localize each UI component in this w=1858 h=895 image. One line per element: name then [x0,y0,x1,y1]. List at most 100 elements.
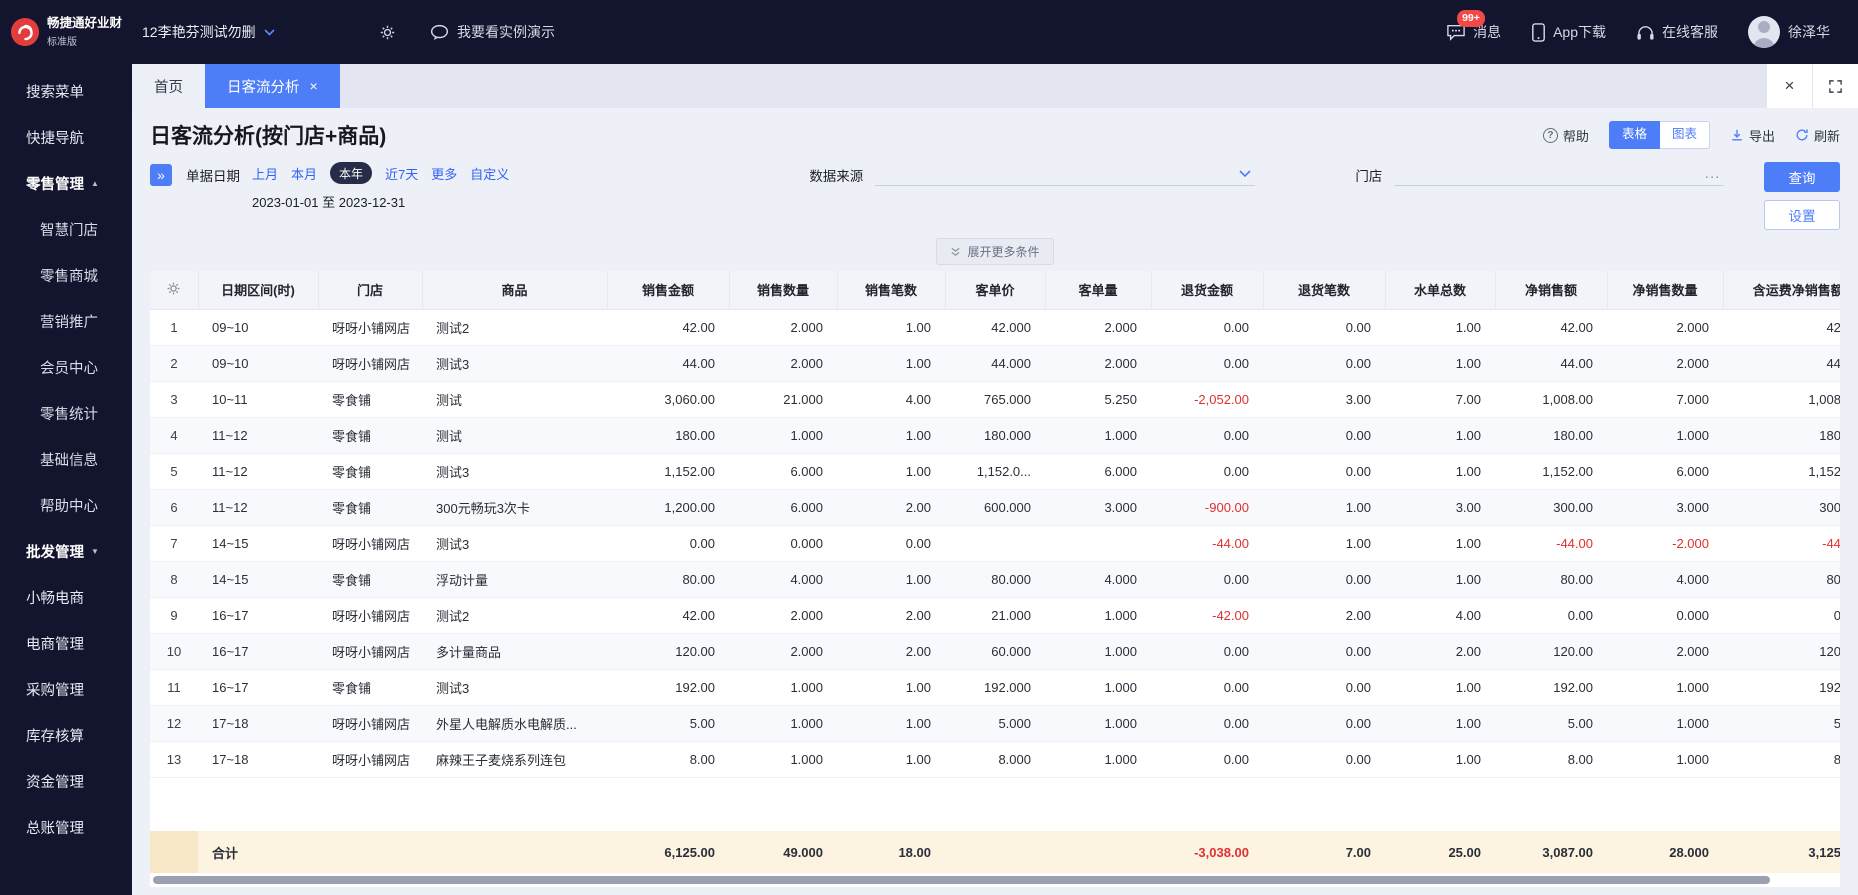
sidebar-item[interactable]: 快捷导航 [0,114,132,160]
sidebar-item-label: 营销推广 [40,314,98,331]
close-page-icon[interactable]: × [1766,64,1812,108]
column-header[interactable]: 客单价 [945,271,1046,310]
sidebar-item[interactable]: 零售商城 [0,252,132,298]
export-button[interactable]: 导出 [1730,126,1775,145]
sidebar-item[interactable]: 零售管理 ▲ [0,160,132,206]
table-row[interactable]: 13 17~18 呀呀小铺网店 麻辣王子麦烧系列连包 8.00 1.000 1.00 8.00… [150,741,1840,778]
cell: 1.000 [1045,741,1151,778]
sidebar-item[interactable]: 会员中心 [0,344,132,390]
sidebar-item[interactable]: 电商管理 [0,620,132,666]
sidebar-item[interactable]: 营销推广 [0,298,132,344]
column-header[interactable]: 净销售数量 [1607,271,1724,310]
sidebar-item[interactable]: 小畅电商 [0,574,132,620]
table-row[interactable]: 5 11~12 零食铺 测试3 1,152.00 6.000 1.00 1,152.0... 6… [150,453,1840,490]
ellipsis-icon[interactable]: ... [1705,165,1721,182]
table-row[interactable]: 7 14~15 呀呀小铺网店 测试3 0.00 0.000 0.00 -44.00 1.00 1.… [150,525,1840,562]
cell: 80.000 [945,561,1045,598]
help-button[interactable]: ? 帮助 [1542,126,1589,145]
date-quick-option[interactable]: 更多 [431,164,457,183]
cell: 14~15 [198,525,318,562]
table-row[interactable]: 4 11~12 零食铺 测试 180.00 1.000 1.00 180.000 1.000 0.… [150,417,1840,454]
column-header[interactable]: 客单量 [1045,271,1152,310]
sidebar-item[interactable]: 批发管理 ▼ [0,528,132,574]
cell: 192.00 [1723,669,1840,706]
column-header[interactable]: 净销售额 [1495,271,1608,310]
store-select[interactable]: ... [1394,162,1725,186]
sidebar-item[interactable]: 总账管理 [0,804,132,850]
sidebar-item[interactable]: 智慧门店 [0,206,132,252]
collapse-filter-icon[interactable]: » [150,164,172,186]
scrollbar-thumb[interactable] [153,876,1770,884]
date-quick-option[interactable]: 上月 [252,164,278,183]
date-quick-option[interactable]: 近7天 [385,164,418,183]
column-header[interactable]: 日期区间(时) [198,271,319,310]
datasource-select[interactable] [875,162,1256,186]
expand-more-conditions-button[interactable]: 展开更多条件 [936,238,1054,265]
sidebar-item[interactable]: 资金管理 [0,758,132,804]
table-view-button[interactable]: 表格 [1608,121,1660,149]
table-row[interactable]: 8 14~15 零食铺 浮动计量 80.00 4.000 1.00 80.000 4.000 0.… [150,561,1840,598]
cell: 5.250 [1045,381,1151,418]
cell: -44.00 [1495,525,1607,562]
cell: 8.00 [607,741,729,778]
fullscreen-icon[interactable] [1812,64,1858,108]
horizontal-scrollbar[interactable] [150,873,1840,887]
messages-button[interactable]: 99+ 消息 [1446,10,1501,42]
cell: -44.00 [1723,525,1840,562]
column-header[interactable]: 退货金额 [1151,271,1264,310]
settings-button[interactable]: 设置 [1764,200,1840,230]
table-row[interactable]: 10 16~17 呀呀小铺网店 多计量商品 120.00 2.000 2.00 60.000 1… [150,633,1840,670]
store-label: 门店 [1355,169,1383,184]
date-quick-option[interactable]: 本年 [330,162,373,184]
cell: 测试 [422,381,607,418]
sidebar-item[interactable]: 零售统计 [0,390,132,436]
table-row[interactable]: 6 11~12 零食铺 300元畅玩3次卡 1,200.00 6.000 2.00 600.0… [150,489,1840,526]
table-row[interactable]: 3 10~11 零食铺 测试 3,060.00 21.000 4.00 765.000 5.25… [150,381,1840,418]
cell: 11~12 [198,417,318,454]
sidebar-item[interactable]: 搜索菜单 [0,68,132,114]
account-select[interactable]: 12李艳芬测试勿删 [142,22,377,42]
table-row[interactable]: 11 16~17 零食铺 测试3 192.00 1.000 1.00 192.000 1.000… [150,669,1840,706]
cell: 1.000 [729,669,837,706]
table-row[interactable]: 9 16~17 呀呀小铺网店 测试2 42.00 2.000 2.00 21.000 1.000… [150,597,1840,634]
online-service-label: 在线客服 [1662,24,1718,40]
sidebar-item[interactable]: 基础信息 [0,436,132,482]
summary-cell: 18.00 [837,831,945,873]
user-menu[interactable]: 徐泽华 [1748,16,1830,48]
sidebar-item[interactable]: 帮助中心 [0,482,132,528]
cell: 16~17 [198,633,318,670]
chart-view-button[interactable]: 图表 [1659,121,1710,149]
online-service-button[interactable]: 在线客服 [1636,22,1718,42]
date-quick-option[interactable]: 自定义 [470,164,509,183]
tab-daily-traffic-analysis[interactable]: 日客流分析 × [205,64,340,108]
settings-gear-icon[interactable] [379,24,396,41]
date-range-value[interactable]: 2023-01-01 至 2023-12-31 [252,192,509,211]
row-number: 10 [150,633,198,670]
cell: 1.00 [1263,525,1385,562]
refresh-button[interactable]: 刷新 [1795,126,1840,145]
column-header[interactable]: 水单总数 [1385,271,1496,310]
column-header[interactable]: 销售金额 [607,271,730,310]
table-row[interactable]: 1 09~10 呀呀小铺网店 测试2 42.00 2.000 1.00 42.000 2.000… [150,309,1840,346]
sidebar-item[interactable]: 采购管理 [0,666,132,712]
column-header[interactable]: 含运费净销售额 [1723,271,1840,310]
column-header[interactable]: 门店 [318,271,423,310]
column-settings-button[interactable] [150,271,199,310]
column-header[interactable]: 销售数量 [729,271,838,310]
column-header[interactable]: 退货笔数 [1263,271,1386,310]
close-tab-icon[interactable]: × [310,78,318,94]
tab-home[interactable]: 首页 [132,64,205,108]
query-button[interactable]: 查询 [1764,162,1840,192]
demo-link[interactable]: 我要看实例演示 [430,22,555,42]
cell: 16~17 [198,669,318,706]
cell: 0.00 [1263,417,1385,454]
cell: 5.00 [1723,705,1840,742]
column-header[interactable]: 商品 [422,271,608,310]
column-header[interactable]: 销售笔数 [837,271,946,310]
table-row[interactable]: 2 09~10 呀呀小铺网店 测试3 44.00 2.000 1.00 44.000 2.000… [150,345,1840,382]
export-icon [1732,129,1742,141]
app-download-button[interactable]: App下载 [1531,22,1606,42]
date-quick-option[interactable]: 本月 [291,164,317,183]
table-row[interactable]: 12 17~18 呀呀小铺网店 外星人电解质水电解质... 5.00 1.000 1.00 5… [150,705,1840,742]
sidebar-item[interactable]: 库存核算 [0,712,132,758]
